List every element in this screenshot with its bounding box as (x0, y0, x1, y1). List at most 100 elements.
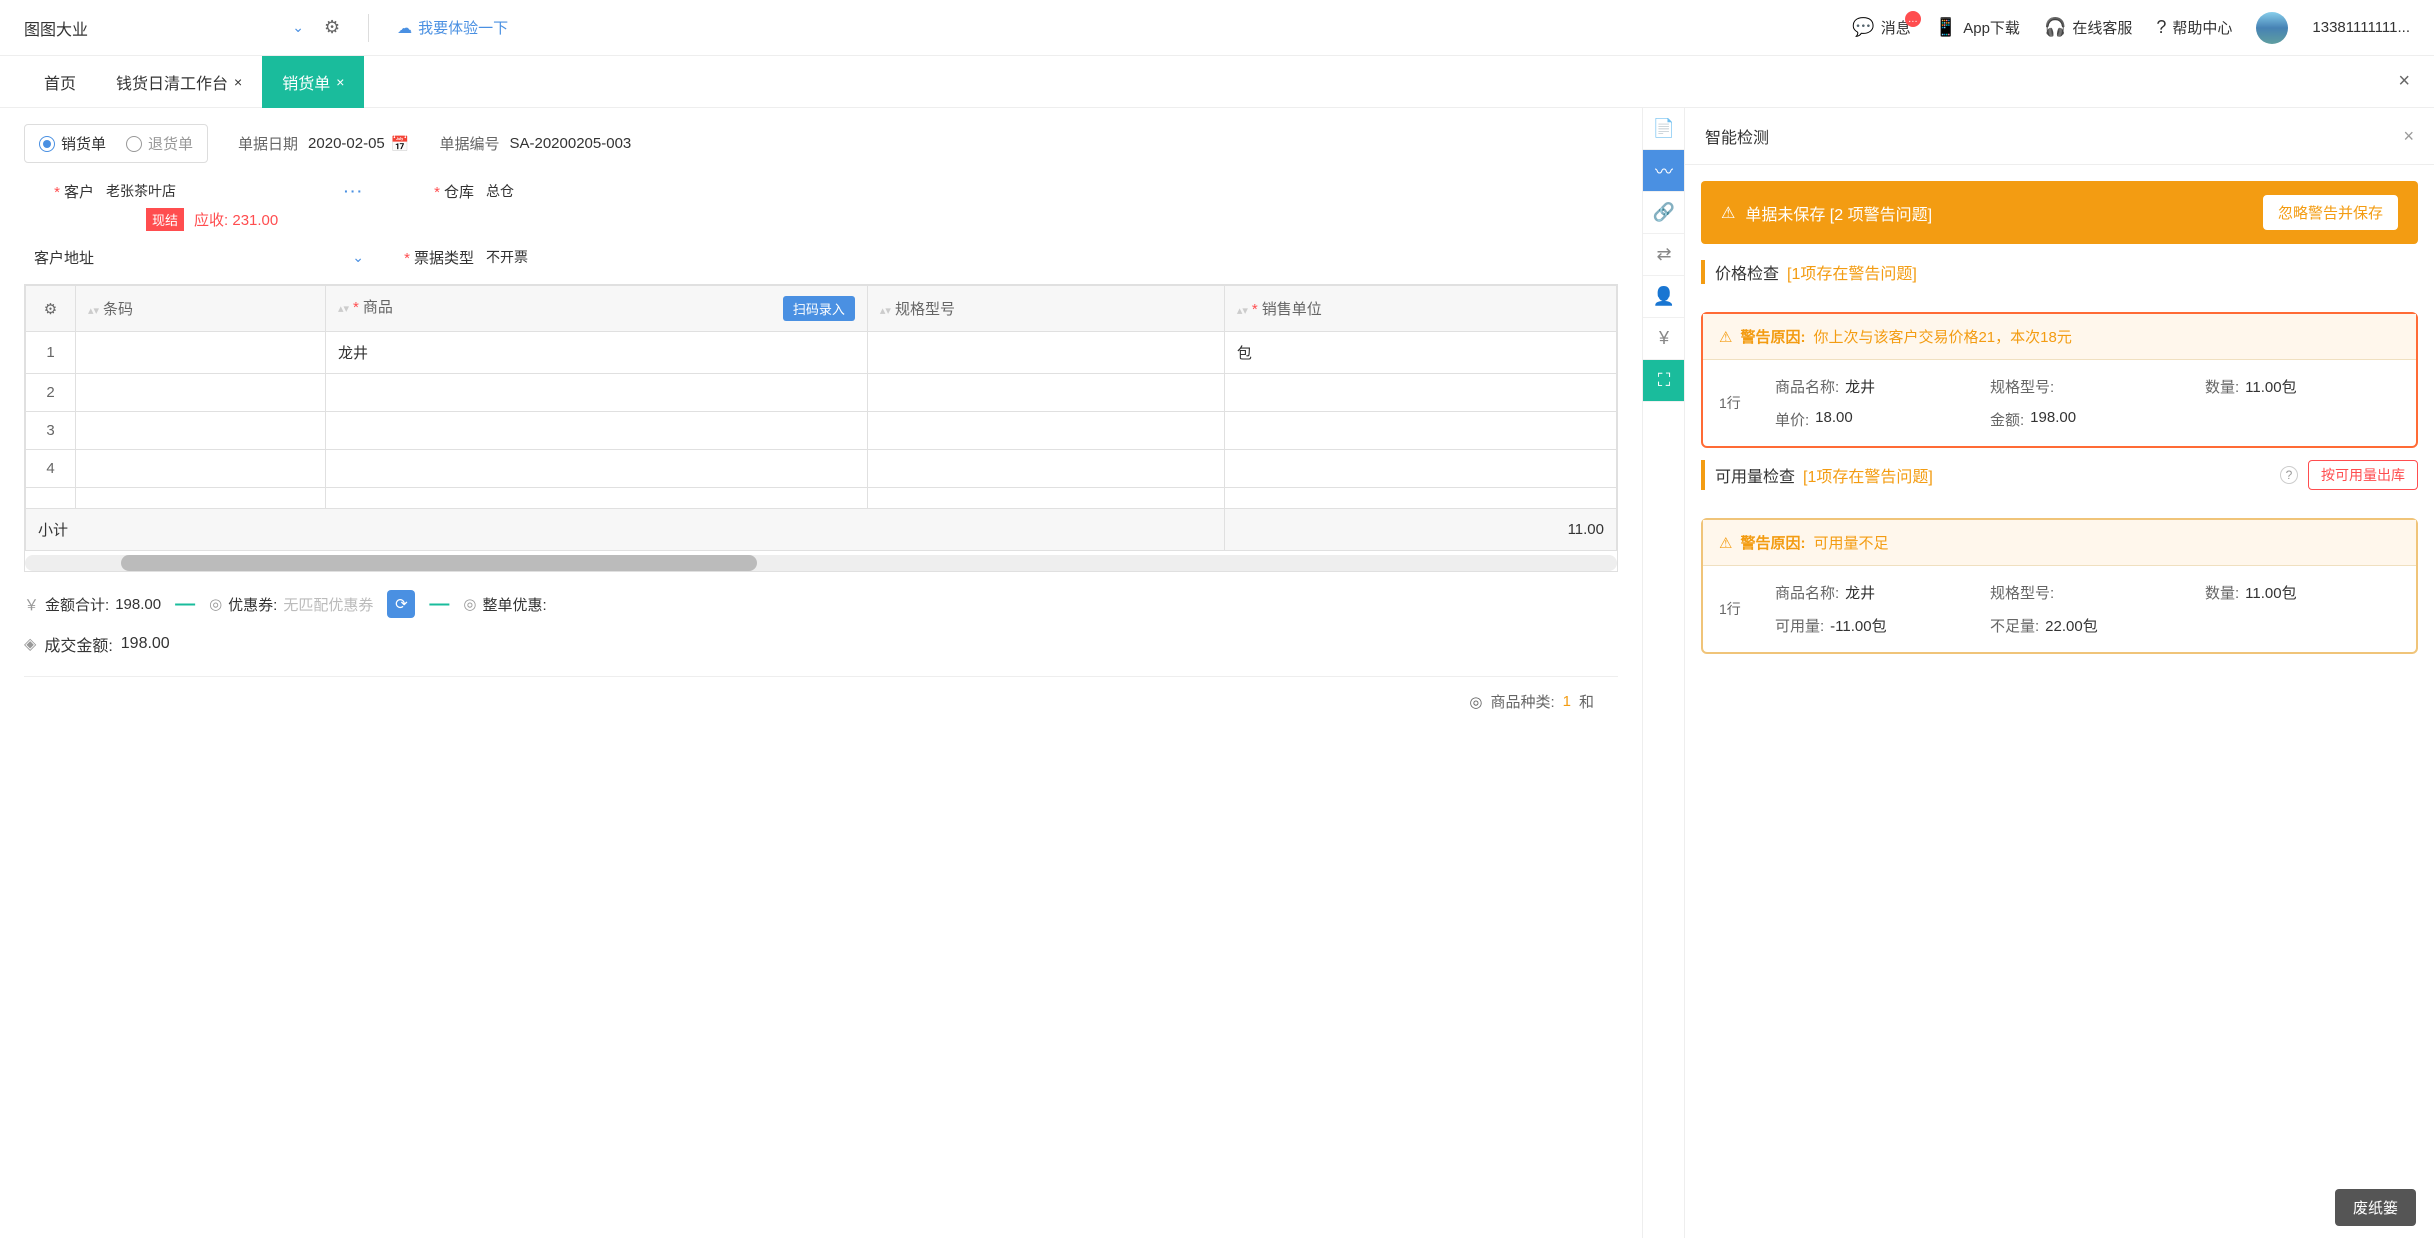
cell-unit[interactable]: 包 (1224, 332, 1616, 374)
cell-product[interactable]: 龙井 (325, 332, 867, 374)
close-icon[interactable]: × (2403, 126, 2414, 147)
cell-spec[interactable] (867, 374, 1224, 412)
scrollbar-thumb[interactable] (121, 555, 758, 571)
coupon-placeholder[interactable]: 无匹配优惠券 (283, 594, 373, 615)
tool-yen[interactable]: ¥ (1643, 318, 1685, 360)
tab-home[interactable]: 首页 (24, 56, 96, 108)
form-row-1: *客户 老张茶叶店 ··· *仓库 总仓 (24, 181, 1618, 202)
table-row[interactable]: 4 (26, 450, 1617, 488)
cell-product[interactable] (325, 412, 867, 450)
cell-product[interactable] (325, 374, 867, 412)
company-selector[interactable]: 图图大业 ⌄ (24, 16, 304, 40)
tab-workbench[interactable]: 钱货日清工作台 × (96, 56, 262, 108)
close-all-icon[interactable]: × (2398, 70, 2410, 93)
tool-chart[interactable]: 〰 (1643, 150, 1685, 192)
target-icon: ◎ (1469, 693, 1482, 711)
col-barcode[interactable]: ▴▾条码 (76, 286, 326, 332)
doc-date-input[interactable]: 2020-02-05 📅 (308, 135, 409, 153)
row-num (26, 488, 76, 509)
gear-icon[interactable]: ⚙ (324, 17, 340, 38)
radio-return[interactable]: 退货单 (126, 133, 193, 154)
online-service-link[interactable]: 🎧 在线客服 (2044, 17, 2132, 38)
customer-input[interactable]: 老张茶叶店 ··· (106, 181, 364, 202)
cell-spec[interactable] (867, 450, 1224, 488)
cell-unit[interactable] (1224, 450, 1616, 488)
warn-reason-label: 警告原因: (1740, 326, 1805, 347)
customer-field: *客户 老张茶叶店 ··· (24, 181, 364, 202)
invoice-type-input[interactable]: 不开票 (486, 247, 744, 268)
cell-unit[interactable] (1224, 374, 1616, 412)
cell-unit[interactable] (1224, 488, 1616, 509)
tool-user[interactable]: 👤 (1643, 276, 1685, 318)
h-scrollbar[interactable] (25, 555, 1617, 571)
col-unit[interactable]: ▴▾*销售单位 (1224, 286, 1616, 332)
ignore-save-button[interactable]: 忽略警告并保存 (2263, 195, 2398, 230)
tool-expand[interactable]: ⛶ (1643, 360, 1685, 402)
warehouse-input[interactable]: 总仓 (486, 181, 744, 202)
cell-spec[interactable] (867, 412, 1224, 450)
cell-barcode[interactable] (76, 450, 326, 488)
refresh-button[interactable]: ⟳ (387, 590, 415, 618)
table-row[interactable]: 1龙井包 (26, 332, 1617, 374)
warehouse-value: 总仓 (486, 181, 514, 201)
form-row-2: 客户地址 ⌄ *票据类型 不开票 (24, 247, 1618, 268)
p-name-value: 龙井 (1845, 376, 1875, 397)
customer-label: 客户 (64, 184, 94, 201)
close-icon[interactable]: × (234, 74, 242, 90)
cell-barcode[interactable] (76, 374, 326, 412)
scan-button[interactable]: 扫码录入 (783, 296, 855, 321)
col-product[interactable]: ▴▾*商品扫码录入 (325, 286, 867, 332)
tool-exchange[interactable]: ⇄ (1643, 234, 1685, 276)
cell-spec[interactable] (867, 488, 1224, 509)
messages-link[interactable]: 💬 消息 … (1852, 17, 1910, 38)
help-icon[interactable]: ? (2280, 466, 2298, 484)
tool-link[interactable]: 🔗 (1643, 192, 1685, 234)
app-download-label: App下载 (1963, 17, 2020, 38)
table-row[interactable]: 3 (26, 412, 1617, 450)
cell-barcode[interactable] (76, 488, 326, 509)
close-icon[interactable]: × (336, 74, 344, 90)
cust-addr-input[interactable]: ⌄ (106, 249, 364, 267)
cell-product[interactable] (325, 450, 867, 488)
product-kinds-label: 商品种类: (1490, 691, 1554, 712)
radio-sale[interactable]: 销货单 (39, 133, 106, 154)
trash-button[interactable]: 废纸篓 (2335, 1189, 2416, 1226)
experience-link[interactable]: ☁ 我要体验一下 (397, 17, 508, 38)
ship-by-avail-button[interactable]: 按可用量出库 (2308, 460, 2418, 490)
chevron-down-icon: ⌄ (292, 19, 304, 36)
doc-no-value: SA-20200205-003 (509, 135, 631, 152)
cell-spec[interactable] (867, 332, 1224, 374)
warn-reason-text: 可用量不足 (1813, 532, 1888, 553)
warehouse-field: *仓库 总仓 (404, 181, 744, 202)
cell-barcode[interactable] (76, 332, 326, 374)
p-qty-value: 11.00包 (2245, 376, 2296, 397)
avail-warn-reason: ⚠ 警告原因: 可用量不足 (1703, 520, 2416, 566)
invoice-type-field: *票据类型 不开票 (404, 247, 744, 268)
form-top: 销货单 退货单 单据日期 2020-02-05 📅 单据编号 SA-202002… (24, 124, 1618, 163)
user-phone[interactable]: 13381111111... (2312, 19, 2410, 36)
col-settings[interactable]: ⚙ (26, 286, 76, 332)
row-num: 2 (26, 374, 76, 412)
divider (368, 14, 369, 42)
order-discount-label: 整单优惠: (482, 594, 546, 615)
col-spec[interactable]: ▴▾规格型号 (867, 286, 1224, 332)
more-icon[interactable]: ··· (344, 183, 364, 199)
cell-barcode[interactable] (76, 412, 326, 450)
panel-title: 智能检测 (1705, 124, 1769, 148)
tool-doc[interactable]: 📄 (1643, 108, 1685, 150)
table-row[interactable] (26, 488, 1617, 509)
avatar[interactable] (2256, 12, 2288, 44)
table-row[interactable]: 2 (26, 374, 1617, 412)
online-service-label: 在线客服 (2072, 17, 2132, 38)
app-download-link[interactable]: 📱 App下载 (1935, 17, 2020, 38)
price-warn-reason: ⚠ 警告原因: 你上次与该客户交易价格21，本次18元 (1703, 314, 2416, 360)
row-tag: 1行 (1719, 582, 1755, 636)
tab-sales-order[interactable]: 销货单 × (262, 56, 364, 108)
cell-unit[interactable] (1224, 412, 1616, 450)
price-warn-card: ⚠ 警告原因: 你上次与该客户交易价格21，本次18元 1行 商品名称:龙井 规… (1701, 312, 2418, 448)
bottom-bar: ◎ 商品种类: 1 和 (24, 676, 1618, 726)
cell-product[interactable] (325, 488, 867, 509)
help-center-link[interactable]: ? 帮助中心 (2156, 17, 2232, 38)
order-type-radio: 销货单 退货单 (24, 124, 208, 163)
invoice-type-label: 票据类型 (414, 250, 474, 267)
